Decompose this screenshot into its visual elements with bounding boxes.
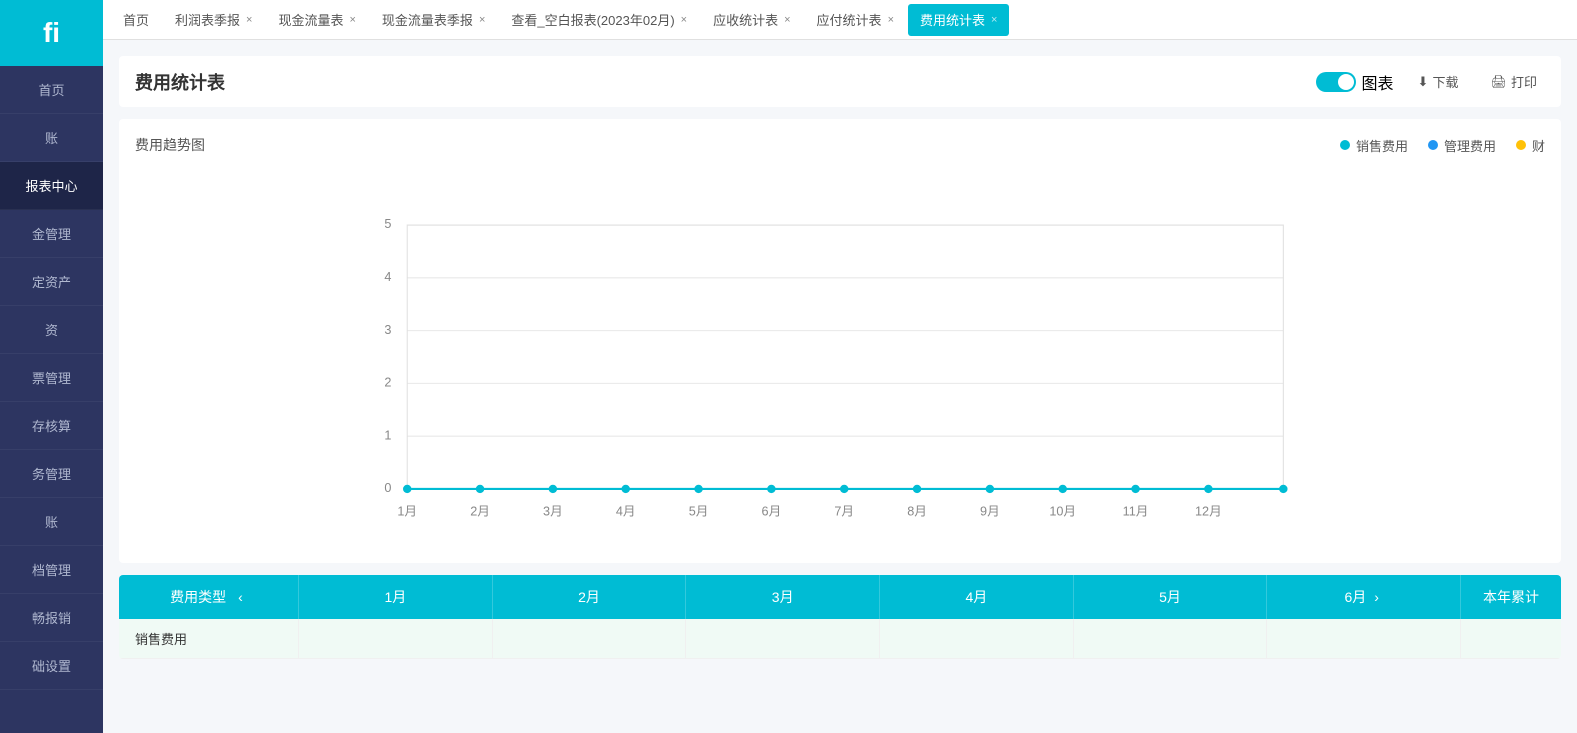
svg-text:12月: 12月 [1195,504,1222,518]
tab-close-icon[interactable]: × [784,14,790,26]
svg-text:10月: 10月 [1049,504,1076,518]
th-total: 本年累计 [1461,575,1561,619]
td-total [1461,619,1561,658]
sidebar-item-cash[interactable]: 金管理 [0,210,103,258]
next-months-button[interactable]: › [1370,589,1383,605]
sidebar-item-settings[interactable]: 础设置 [0,642,103,690]
tab-close-icon[interactable]: × [991,14,997,26]
chart-header: 费用趋势图 销售费用 管理费用 财 [135,135,1545,155]
sidebar-item-home[interactable]: 首页 [0,66,103,114]
tab-profit-quarterly[interactable]: 利润表季报 × [163,4,264,36]
chart-toggle-label: 图表 [1362,70,1394,94]
tab-cashflow-quarterly[interactable]: 现金流量表季报 × [370,4,497,36]
chart-toggle[interactable] [1316,72,1356,92]
sidebar-item-inventory[interactable]: 存核算 [0,402,103,450]
tab-receivable[interactable]: 应收统计表 × [701,4,802,36]
sidebar: fi 首页 账 报表中心 金管理 定资产 资 票管理 存核算 务管理 账 档管理… [0,0,103,733]
tab-close-icon[interactable]: × [246,14,252,26]
page-header: 费用统计表 图表 ⬇ 下载 🖨 打印 [119,56,1561,107]
header-actions: 图表 ⬇ 下载 🖨 打印 [1316,68,1545,95]
svg-text:0: 0 [384,481,391,495]
chart-legend: 销售费用 管理费用 财 [1340,136,1545,155]
sidebar-item-expense[interactable]: 畅报销 [0,594,103,642]
tab-payable[interactable]: 应付统计表 × [805,4,906,36]
content-area: 费用统计表 图表 ⬇ 下载 🖨 打印 费用趋势图 [103,40,1577,733]
sidebar-item-invest[interactable]: 资 [0,306,103,354]
table-section: 费用类型 ‹ 1月 2月 3月 4月 5月 6月 › 本年累计 销售费用 [119,575,1561,659]
th-type: 费用类型 ‹ [119,575,299,619]
print-button[interactable]: 🖨 打印 [1482,68,1545,95]
download-button[interactable]: ⬇ 下载 [1410,68,1467,95]
svg-text:7月: 7月 [834,504,854,518]
th-month-5: 5月 [1074,575,1268,619]
legend-sales-dot [1340,140,1350,150]
svg-text:5: 5 [384,217,391,231]
page-title: 费用统计表 [135,69,225,95]
table-row: 销售费用 [119,619,1561,659]
sidebar-item-reports[interactable]: 报表中心 [0,162,103,210]
sidebar-item-archive[interactable]: 档管理 [0,546,103,594]
sidebar-item-invoice[interactable]: 票管理 [0,354,103,402]
legend-admin-dot [1428,140,1438,150]
tab-close-icon[interactable]: × [479,14,485,26]
sidebar-item-assets[interactable]: 定资产 [0,258,103,306]
chart-title: 费用趋势图 [135,135,205,155]
td-val-2 [493,619,687,658]
main-area: 首页 利润表季报 × 现金流量表 × 现金流量表季报 × 查看_空白报表(202… [103,0,1577,733]
th-month-1: 1月 [299,575,493,619]
chart-section: 费用趋势图 销售费用 管理费用 财 [119,119,1561,563]
tab-close-icon[interactable]: × [888,14,894,26]
tab-home[interactable]: 首页 [111,4,161,36]
td-val-6 [1267,619,1461,658]
tab-cashflow[interactable]: 现金流量表 × [266,4,367,36]
chart-container: 0 1 2 3 4 5 [135,167,1545,547]
svg-text:4月: 4月 [616,504,636,518]
th-month-2: 2月 [493,575,687,619]
prev-months-button[interactable]: ‹ [234,589,247,605]
legend-admin-label: 管理费用 [1444,136,1496,155]
print-icon: 🖨 [1490,74,1507,90]
legend-finance: 财 [1516,136,1545,155]
td-val-3 [686,619,880,658]
td-val-4 [880,619,1074,658]
svg-text:9月: 9月 [980,504,1000,518]
sidebar-logo: fi [0,0,103,66]
sidebar-item-account[interactable]: 账 [0,114,103,162]
svg-text:1: 1 [384,428,391,442]
svg-text:6月: 6月 [762,504,782,518]
svg-text:5月: 5月 [689,504,709,518]
sidebar-item-services[interactable]: 务管理 [0,450,103,498]
td-val-5 [1074,619,1268,658]
tab-blank-report[interactable]: 查看_空白报表(2023年02月) × [499,4,699,36]
svg-text:2月: 2月 [470,504,490,518]
download-icon: ⬇ [1418,74,1429,90]
td-type: 销售费用 [119,619,299,658]
table-header: 费用类型 ‹ 1月 2月 3月 4月 5月 6月 › 本年累计 [119,575,1561,619]
th-month-3: 3月 [686,575,880,619]
td-val-1 [299,619,493,658]
legend-finance-label: 财 [1532,136,1545,155]
th-month-4: 4月 [880,575,1074,619]
svg-text:1月: 1月 [397,504,417,518]
svg-text:8月: 8月 [907,504,927,518]
svg-text:2: 2 [384,376,391,390]
sidebar-item-ledger[interactable]: 账 [0,498,103,546]
tab-bar: 首页 利润表季报 × 现金流量表 × 现金流量表季报 × 查看_空白报表(202… [103,0,1577,40]
svg-text:3: 3 [384,323,391,337]
tab-close-icon[interactable]: × [349,14,355,26]
svg-text:3月: 3月 [543,504,563,518]
legend-sales-label: 销售费用 [1356,136,1408,155]
tab-close-icon[interactable]: × [681,14,687,26]
svg-text:11月: 11月 [1123,504,1149,518]
th-month-6: 6月 › [1267,575,1461,619]
legend-admin: 管理费用 [1428,136,1496,155]
legend-finance-dot [1516,140,1526,150]
chart-toggle-wrap[interactable]: 图表 [1316,70,1394,94]
svg-text:4: 4 [384,270,391,284]
legend-sales: 销售费用 [1340,136,1408,155]
tab-expense-stats[interactable]: 费用统计表 × [908,4,1009,36]
